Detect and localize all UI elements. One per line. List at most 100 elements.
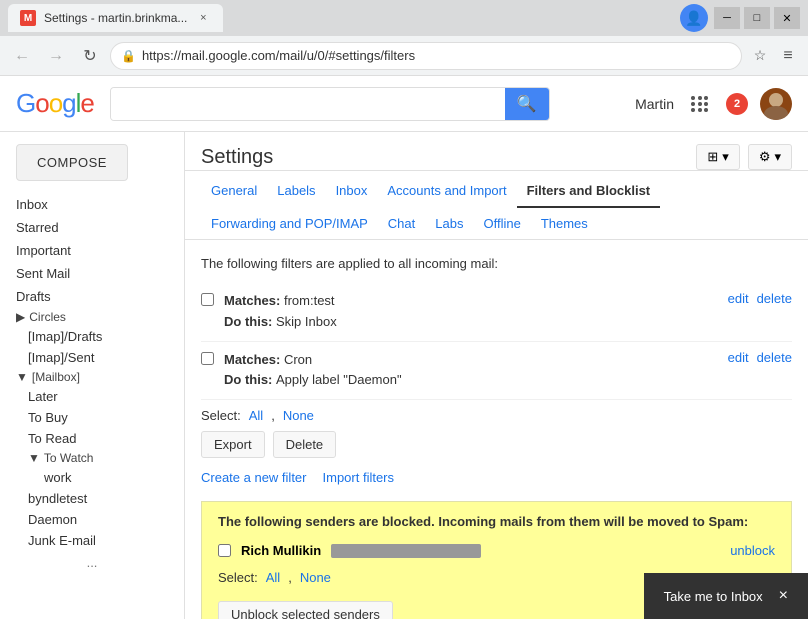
select-all-link[interactable]: All [249, 408, 263, 423]
sidebar-group-towatch[interactable]: ▼ To Watch [0, 449, 184, 467]
action-buttons: Export Delete [201, 431, 792, 458]
blocked-select-none[interactable]: None [300, 570, 331, 585]
filters-intro: The following filters are applied to all… [201, 256, 792, 271]
close-btn[interactable]: ✕ [774, 7, 800, 29]
gmail-body: COMPOSE Inbox Starred Important Sent Mai… [0, 132, 808, 619]
tab-general[interactable]: General [201, 175, 267, 208]
profile-icon[interactable]: 👤 [680, 4, 708, 32]
gear-btn[interactable]: ⚙ ▾ [748, 144, 792, 170]
filter-2-delete[interactable]: delete [757, 350, 792, 365]
filter-1-text: Matches: from:test Do this: Skip Inbox [224, 291, 718, 333]
sent-label: Sent Mail [16, 266, 70, 281]
sidebar-item-imap-sent[interactable]: [Imap]/Sent [0, 347, 184, 368]
inbox-label: Inbox [16, 197, 48, 212]
toread-label: To Read [28, 431, 76, 446]
filter-2-matches-label: Matches: [224, 352, 284, 367]
sidebar-item-byndletest[interactable]: byndletest [0, 488, 184, 509]
blocked-select-sep: , [288, 570, 292, 585]
sidebar-item-work[interactable]: work [0, 467, 184, 488]
byndletest-label: byndletest [28, 491, 87, 506]
tab-forwarding[interactable]: Forwarding and POP/IMAP [201, 208, 378, 239]
toast-bar: Take me to Inbox × [644, 573, 808, 619]
google-logo: Google [16, 88, 94, 119]
more-icon: ... [87, 555, 98, 570]
view-icon: ⊞ [707, 149, 718, 165]
browser-tab[interactable]: M Settings - martin.brinkma... × [8, 4, 223, 32]
tab-inbox[interactable]: Inbox [326, 175, 378, 208]
filter-1-delete[interactable]: delete [757, 291, 792, 306]
menu-icon[interactable]: ≡ [776, 44, 800, 68]
later-label: Later [28, 389, 58, 404]
sidebar-group-circles[interactable]: ▶ Circles [0, 308, 184, 326]
sidebar-item-important[interactable]: Important [0, 239, 176, 262]
sidebar-item-later[interactable]: Later [0, 386, 184, 407]
tab-accounts[interactable]: Accounts and Import [377, 175, 516, 208]
filter-1-action-label: Do this: [224, 314, 276, 329]
tobuy-label: To Buy [28, 410, 68, 425]
toast-close-btn[interactable]: × [779, 587, 788, 605]
apps-btn[interactable] [686, 90, 714, 118]
export-btn[interactable]: Export [201, 431, 265, 458]
junk-label: Junk E-mail [28, 533, 96, 548]
blocked-select-label: Select: [218, 570, 258, 585]
settings-header: Settings ⊞ ▾ ⚙ ▾ [185, 132, 808, 171]
settings-tools: ⊞ ▾ ⚙ ▾ [696, 144, 792, 170]
select-sep: , [271, 408, 275, 423]
unblock-link[interactable]: unblock [730, 543, 775, 558]
daemon-label: Daemon [28, 512, 77, 527]
tab-chat[interactable]: Chat [378, 208, 425, 239]
search-btn[interactable]: 🔍 [505, 88, 549, 120]
address-bar[interactable]: 🔒 https://mail.google.com/mail/u/0/#sett… [110, 42, 742, 70]
lock-icon: 🔒 [121, 49, 136, 63]
blocked-1-checkbox[interactable] [218, 544, 231, 557]
starred-label: Starred [16, 220, 59, 235]
blocked-row-1: Rich Mullikin unblock [218, 539, 775, 562]
search-input[interactable] [111, 88, 505, 120]
filter-2-text: Matches: Cron Do this: Apply label "Daem… [224, 350, 718, 392]
sidebar-item-tobuy[interactable]: To Buy [0, 407, 184, 428]
filter-row-2: Matches: Cron Do this: Apply label "Daem… [201, 342, 792, 401]
sidebar-item-drafts[interactable]: Drafts [0, 285, 176, 308]
filter-1-checkbox[interactable] [201, 293, 214, 306]
sidebar-item-starred[interactable]: Starred [0, 216, 176, 239]
bookmark-icon[interactable]: ☆ [748, 44, 772, 68]
google-header: Google 🔍 Martin 2 [0, 76, 808, 132]
sidebar-group-mailbox[interactable]: ▼ [Mailbox] [0, 368, 184, 386]
tab-offline[interactable]: Offline [473, 208, 530, 239]
filter-2-checkbox[interactable] [201, 352, 214, 365]
filter-row-1: Matches: from:test Do this: Skip Inbox e… [201, 283, 792, 342]
import-filters-link[interactable]: Import filters [323, 470, 395, 485]
tab-themes[interactable]: Themes [531, 208, 598, 239]
user-avatar[interactable] [760, 88, 792, 120]
minimize-btn[interactable]: ─ [714, 7, 740, 29]
delete-btn[interactable]: Delete [273, 431, 337, 458]
compose-button[interactable]: COMPOSE [16, 144, 128, 181]
sidebar-item-inbox[interactable]: Inbox [0, 193, 176, 216]
sidebar-item-daemon[interactable]: Daemon [0, 509, 184, 530]
sidebar-more-btn[interactable]: ... [0, 551, 184, 574]
reload-btn[interactable]: ↻ [76, 42, 104, 70]
unblock-btn[interactable]: Unblock selected senders [218, 601, 393, 619]
tab-labels[interactable]: Labels [267, 175, 325, 208]
sidebar-item-sent[interactable]: Sent Mail [0, 262, 176, 285]
sidebar-item-toread[interactable]: To Read [0, 428, 184, 449]
towatch-label: To Watch [44, 451, 94, 465]
tab-labs[interactable]: Labs [425, 208, 473, 239]
circles-expand-icon: ▶ [16, 310, 25, 324]
filter-2-edit[interactable]: edit [728, 350, 749, 365]
sidebar-item-junk[interactable]: Junk E-mail [0, 530, 184, 551]
notification-badge[interactable]: 2 [726, 93, 748, 115]
toast-message: Take me to Inbox [664, 589, 763, 604]
forward-btn[interactable]: → [42, 42, 70, 70]
select-none-link[interactable]: None [283, 408, 314, 423]
view-toggle-btn[interactable]: ⊞ ▾ [696, 144, 739, 170]
sidebar-item-imap-drafts[interactable]: [Imap]/Drafts [0, 326, 184, 347]
maximize-btn[interactable]: □ [744, 7, 770, 29]
back-btn[interactable]: ← [8, 42, 36, 70]
tab-close-btn[interactable]: × [195, 10, 211, 26]
blocked-select-all[interactable]: All [266, 570, 280, 585]
filter-1-edit[interactable]: edit [728, 291, 749, 306]
create-filter-link[interactable]: Create a new filter [201, 470, 307, 485]
tab-filters[interactable]: Filters and Blocklist [517, 175, 661, 208]
tab-title: Settings - martin.brinkma... [44, 11, 187, 25]
